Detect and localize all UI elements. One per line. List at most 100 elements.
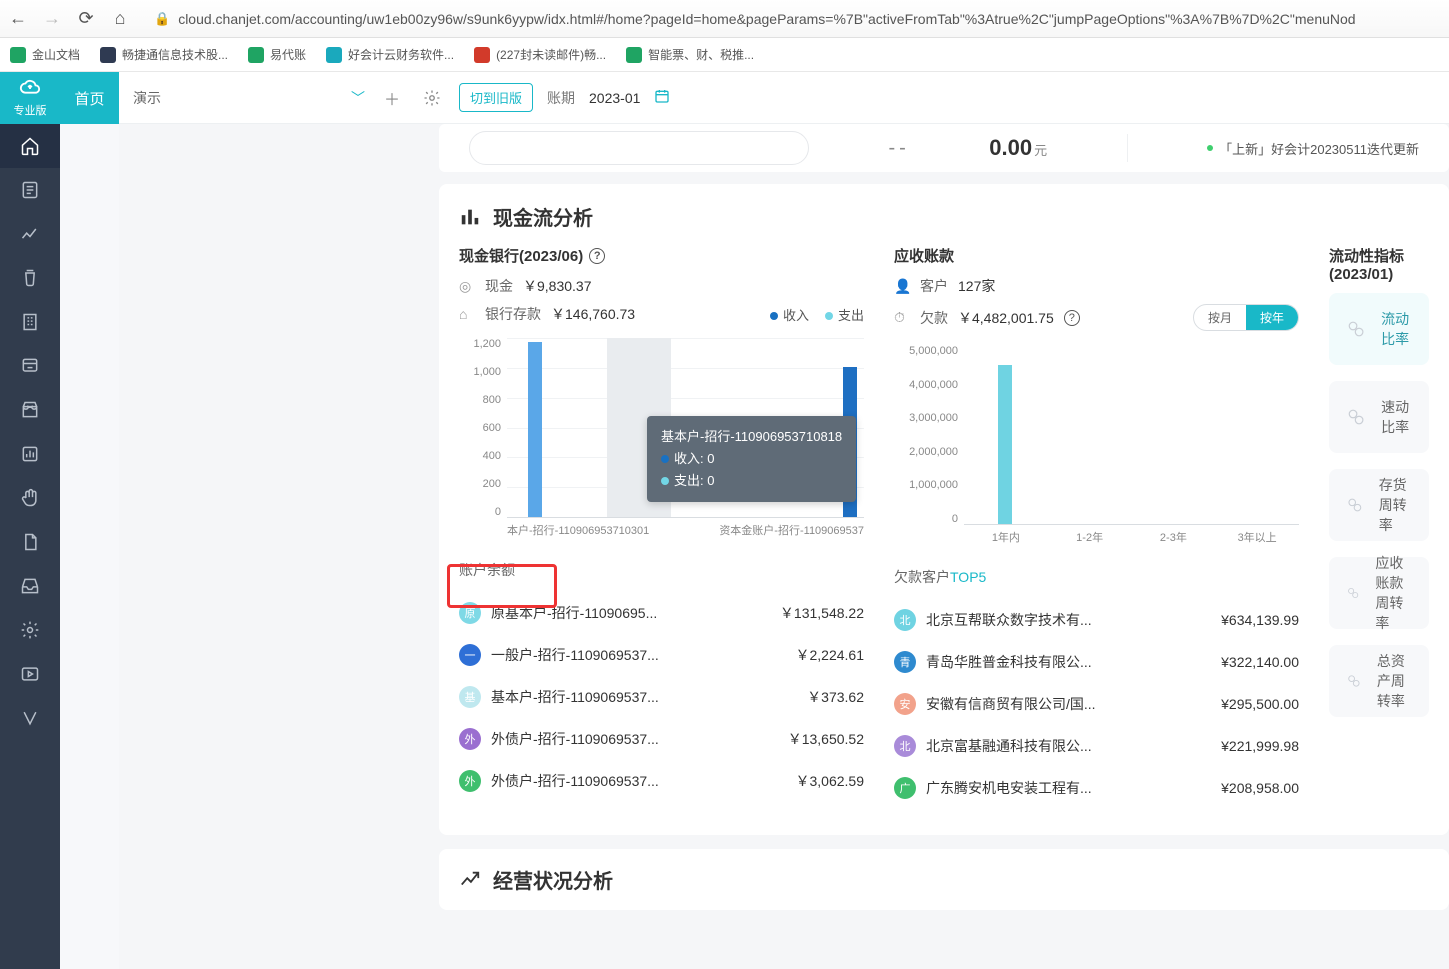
debtor-badge-icon: 青 [894,651,916,673]
bank-icon: ⌂ [459,306,475,322]
user-icon: 👤 [894,278,910,295]
clock-icon: ⏱ [894,309,910,326]
nav-forward-icon[interactable]: → [42,9,62,29]
debtor-row[interactable]: 北北京互帮联众数字技术有... ¥634,139.99 [894,599,1299,641]
cashflow-card: 现金流分析 现金银行(2023/06)? ◎现金￥9,830.37 ⌂银行存款￥… [439,184,1449,835]
metric-tile[interactable]: 存货周转率 [1329,469,1429,541]
rail-hand-icon[interactable] [0,476,60,520]
stat-placeholder: -- [888,137,909,160]
account-badge-icon: 外 [459,770,481,792]
bookmark-item[interactable]: 好会计云财务软件... [326,46,454,63]
app-logo[interactable]: 专业版 [0,72,60,124]
metric-icon [1347,400,1365,434]
rail-settings-icon[interactable] [0,608,60,652]
trend-icon [459,869,481,891]
metric-tile[interactable]: 速动比率 [1329,381,1429,453]
period-toggle[interactable]: 按月按年 [1193,304,1299,331]
metric-icon [1347,488,1363,522]
debtor-badge-icon: 安 [894,693,916,715]
news-ticker[interactable]: 「上新」好会计20230511迭代更新 [1207,139,1419,158]
account-row[interactable]: 基基本户-招行-1109069537... ￥373.62 [459,676,864,718]
search-input[interactable] [469,131,809,165]
gear-icon[interactable] [419,85,445,111]
cash-bank-title: 现金银行(2023/06)? [459,245,605,266]
metric-icon [1347,664,1361,698]
bookmarks-bar: 金山文档 畅捷通信息技术股... 易代账 好会计云财务软件... (227封未读… [0,38,1449,72]
account-badge-icon: 外 [459,728,481,750]
rail-inbox-icon[interactable] [0,564,60,608]
debtor-row[interactable]: 广广东腾安机电安装工程有... ¥208,958.00 [894,767,1299,809]
chart-legend: 收入 支出 [770,305,864,324]
account-row[interactable]: 外外债户-招行-1109069537... ￥13,650.52 [459,718,864,760]
top-bar: 演示 ﹀ ＋ 切到旧版 账期 2023-01 [119,72,1449,124]
rail-building-icon[interactable] [0,300,60,344]
cash-chart: 1,2001,0008006004002000 基本户-招行-110906953… [459,338,864,538]
account-row[interactable]: 原原基本户-招行-11090695... ￥131,548.22 [459,592,864,634]
receivable-panel: 应收账款 👤客户127家 ⏱欠款￥4,482,001.75? 按月按年 5,00… [894,245,1299,809]
coin-icon: ◎ [459,278,475,295]
account-badge-icon: 一 [459,644,481,666]
bookmark-item[interactable]: 易代账 [248,46,306,63]
switch-old-button[interactable]: 切到旧版 [459,83,533,112]
nav-reload-icon[interactable]: ⟳ [76,9,96,29]
rail-jar-icon[interactable] [0,256,60,300]
lock-icon: 🔒 [154,11,170,27]
debtor-badge-icon: 广 [894,777,916,799]
rail-video-icon[interactable] [0,652,60,696]
debtor-badge-icon: 北 [894,735,916,757]
account-row[interactable]: 一一般户-招行-1109069537... ￥2,224.61 [459,634,864,676]
rail-ledger-icon[interactable] [0,168,60,212]
account-badge-icon: 基 [459,686,481,708]
receivable-chart: 5,000,0004,000,0003,000,0002,000,0001,00… [894,345,1299,545]
metric-tile[interactable]: 应收账款周转率 [1329,557,1429,629]
nav-back-icon[interactable]: ← [8,9,28,29]
chevron-down-icon: ﹀ [351,88,365,108]
period-label: 账期 [547,88,575,108]
metric-icon [1347,312,1365,346]
rail-doc-icon[interactable] [0,520,60,564]
period-value: 2023-01 [589,90,640,106]
nav-rail: 专业版 [0,72,60,969]
debtor-row[interactable]: 北北京富基融通科技有限公... ¥221,999.98 [894,725,1299,767]
operations-card: 经营状况分析 [439,849,1449,910]
bookmark-item[interactable]: (227封未读邮件)畅... [474,46,606,63]
rail-chart-icon[interactable] [0,212,60,256]
nav-home-icon[interactable]: ⌂ [110,9,130,29]
account-row[interactable]: 外外债户-招行-1109069537... ￥3,062.59 [459,760,864,802]
browser-toolbar: ← → ⟳ ⌂ 🔒 cloud.chanjet.com/accounting/u… [0,0,1449,38]
rail-v-icon[interactable] [0,696,60,740]
tab-home[interactable]: 首页 [60,72,119,124]
calendar-icon[interactable] [654,88,670,107]
bookmark-item[interactable]: 金山文档 [10,46,80,63]
chart-bar[interactable] [528,342,542,517]
debtor-row[interactable]: 青青岛华胜普金科技有限公... ¥322,140.00 [894,641,1299,683]
top5-title: 欠款客户TOP5 [894,567,1299,587]
rail-invoice-icon[interactable] [0,344,60,388]
bookmark-item[interactable]: 智能票、财、税推... [626,46,754,63]
liquidity-title: 流动性指标(2023/01) [1329,245,1429,283]
debtor-row[interactable]: 安安徽有信商贸有限公司/国... ¥295,500.00 [894,683,1299,725]
url-text: cloud.chanjet.com/accounting/uw1eb00zy96… [178,11,1355,27]
chart-bar[interactable] [998,365,1012,524]
metric-tile[interactable]: 总资产周转率 [1329,645,1429,717]
metric-tile[interactable]: 流动比率 [1329,293,1429,365]
stat-strip: -- 0.00元 「上新」好会计20230511迭代更新 [439,124,1449,172]
receivable-title: 应收账款 [894,245,1299,266]
bookmark-item[interactable]: 畅捷通信息技术股... [100,46,228,63]
metric-icon [1347,576,1359,610]
balance-title: 账户余额 [459,560,864,580]
address-bar[interactable]: 🔒 cloud.chanjet.com/accounting/uw1eb00zy… [144,11,1441,27]
rail-home-icon[interactable] [0,124,60,168]
account-badge-icon: 原 [459,602,481,624]
debtor-badge-icon: 北 [894,609,916,631]
add-icon[interactable]: ＋ [379,85,405,111]
rail-report-icon[interactable] [0,432,60,476]
help-icon[interactable]: ? [1064,310,1080,326]
bars-icon [459,206,481,228]
status-dot-icon [1207,145,1213,151]
cash-bank-panel: 现金银行(2023/06)? ◎现金￥9,830.37 ⌂银行存款￥146,76… [459,245,864,809]
rail-shop-icon[interactable] [0,388,60,432]
org-selector[interactable]: 演示 ﹀ [133,88,365,108]
secondary-nav: 首页 [60,72,119,969]
help-icon[interactable]: ? [589,248,605,264]
